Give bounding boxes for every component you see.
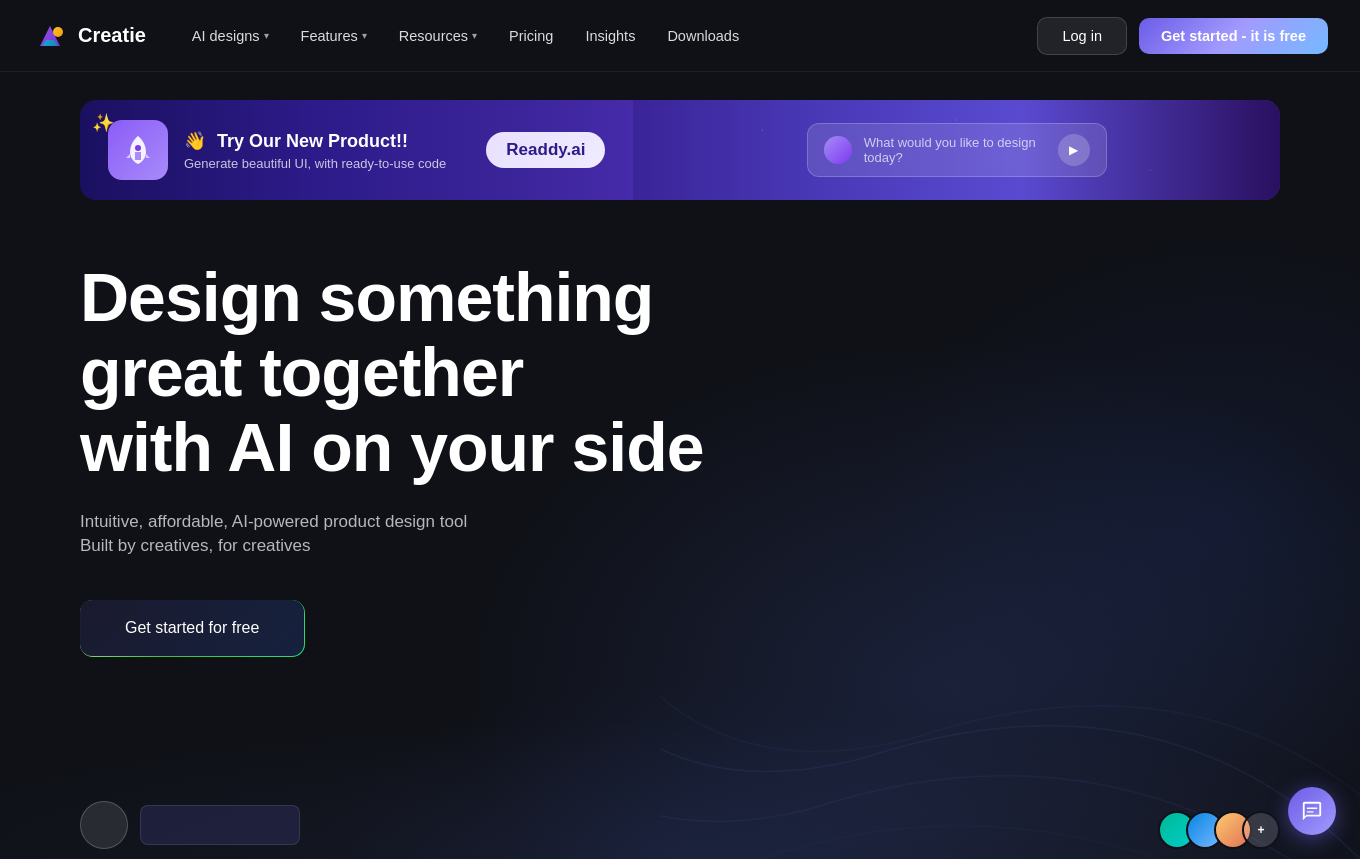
banner-product-icon [108,120,168,180]
promo-banner[interactable]: ✨ 👋 Try Our New Product!! Generate beaut… [80,100,1280,200]
nav-item-resources[interactable]: Resources ▾ [385,20,491,52]
hero-heading: Design something great together with AI … [80,260,830,484]
hero-subtext-line1: Intuitive, affordable, AI-powered produc… [80,512,1280,532]
banner-text: 👋 Try Our New Product!! Generate beautif… [184,130,446,171]
nav-item-features[interactable]: Features ▾ [287,20,381,52]
bottom-right-preview: + [1158,811,1280,859]
avatar-more: + [1242,811,1280,849]
banner-title: 👋 Try Our New Product!! [184,130,446,152]
banner-badge[interactable]: Readdy.ai [486,132,605,168]
get-started-button[interactable]: Get started - it is free [1139,18,1328,54]
hero-section: Design something great together with AI … [0,200,1360,696]
logo-icon [32,18,68,54]
banner-right: What would you like to design today? ▶ [633,100,1280,200]
preview-icon-circle [80,801,128,849]
banner-container: ✨ 👋 Try Our New Product!! Generate beaut… [80,100,1280,200]
nav-item-insights[interactable]: Insights [571,20,649,52]
banner-left: ✨ 👋 Try Our New Product!! Generate beaut… [80,120,633,180]
sparkle-icon: ✨ [92,112,114,134]
chevron-down-icon: ▾ [362,30,367,41]
bottom-preview: + [0,759,1360,859]
navbar-right: Log in Get started - it is free [1037,17,1328,55]
chat-icon [1301,800,1323,822]
banner-subtitle: Generate beautiful UI, with ready-to-use… [184,156,446,171]
chevron-down-icon: ▾ [472,30,477,41]
svg-point-1 [53,27,63,37]
preview-card [140,805,300,845]
hero-subtext-line2: Built by creatives, for creatives [80,536,1280,556]
svg-point-2 [135,145,141,151]
banner-search-bar[interactable]: What would you like to design today? ▶ [807,123,1107,177]
chevron-down-icon: ▾ [264,30,269,41]
hero-cta-button[interactable]: Get started for free [80,600,304,656]
banner-search-placeholder: What would you like to design today? [864,135,1046,165]
nav-item-downloads[interactable]: Downloads [653,20,753,52]
logo[interactable]: Creatie [32,18,146,54]
chat-support-button[interactable] [1288,787,1336,835]
nav-item-pricing[interactable]: Pricing [495,20,567,52]
avatar-stack: + [1158,811,1280,849]
nav-menu: AI designs ▾ Features ▾ Resources ▾ Pric… [178,20,753,52]
banner-overlay: What would you like to design today? ▶ [633,100,1280,200]
navbar-left: Creatie AI designs ▾ Features ▾ Resource… [32,18,753,54]
navbar: Creatie AI designs ▾ Features ▾ Resource… [0,0,1360,72]
bottom-left-preview [80,801,300,859]
logo-text: Creatie [78,24,146,47]
login-button[interactable]: Log in [1037,17,1127,55]
banner-avatar [824,136,852,164]
banner-play-button[interactable]: ▶ [1058,134,1090,166]
hero-subtext: Intuitive, affordable, AI-powered produc… [80,512,1280,556]
nav-item-ai-designs[interactable]: AI designs ▾ [178,20,283,52]
